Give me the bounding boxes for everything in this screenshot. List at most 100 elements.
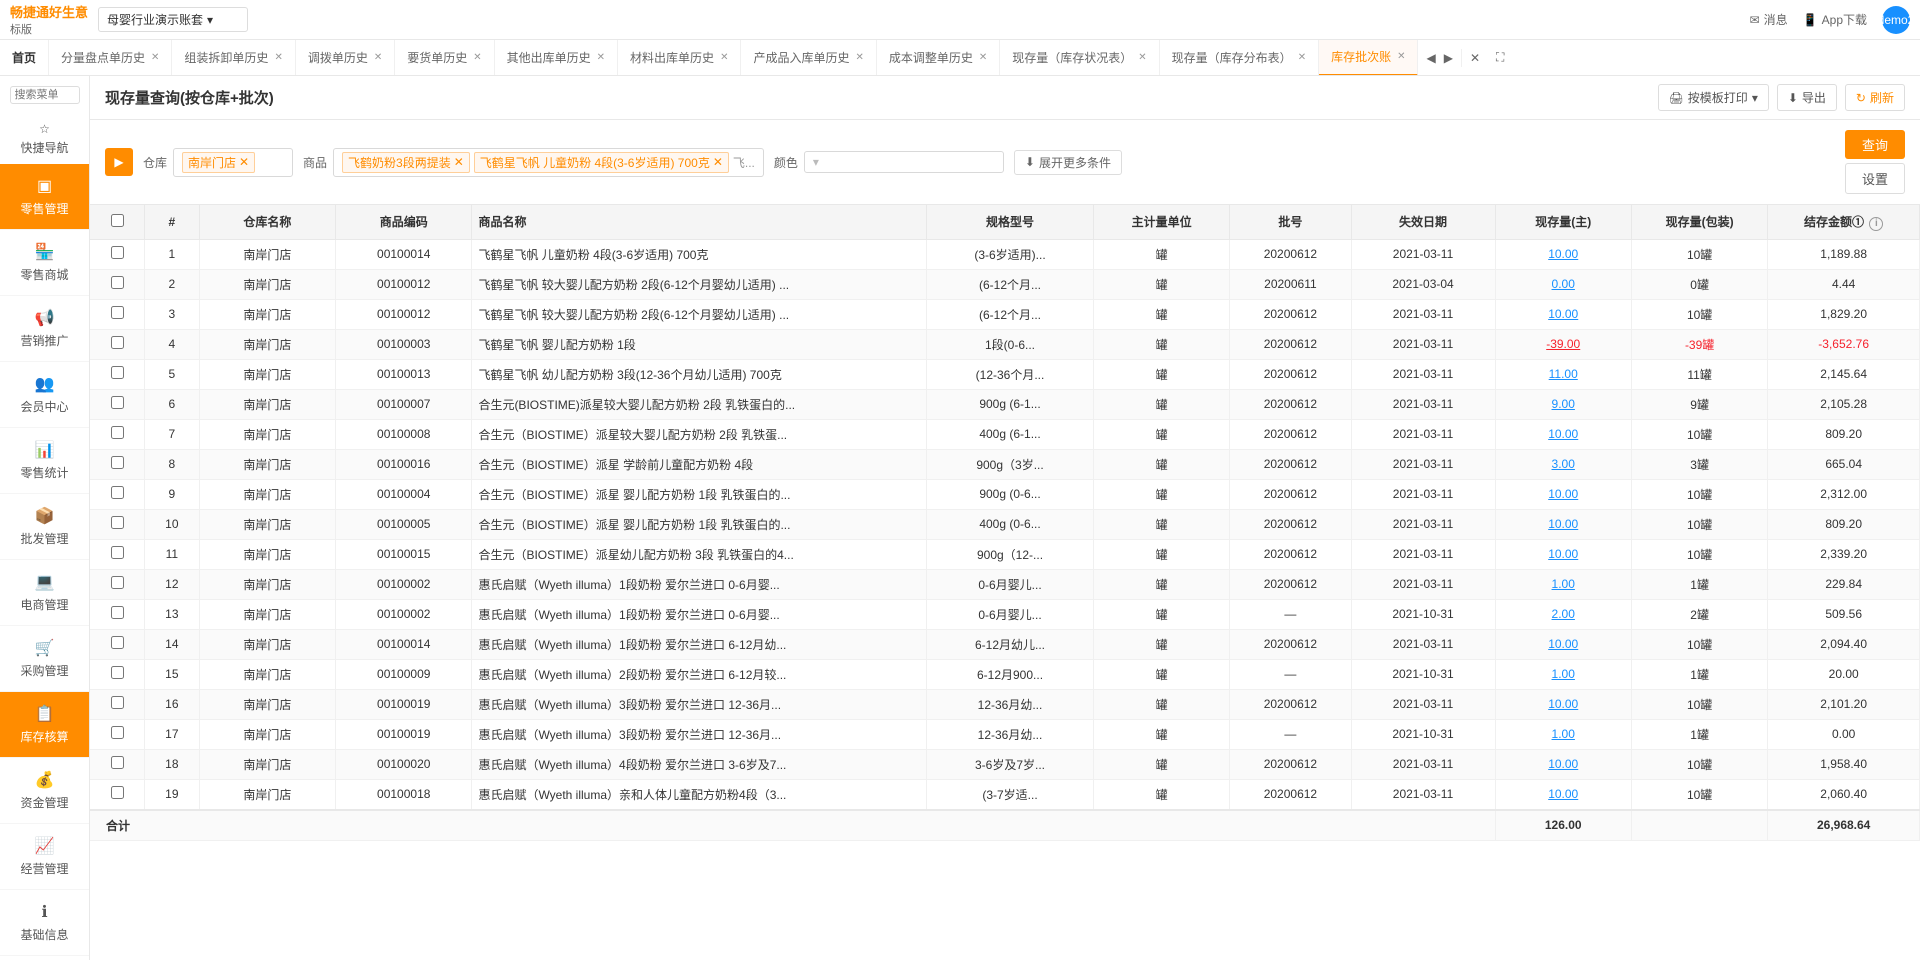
row-checkbox[interactable] (90, 389, 145, 419)
close-tab-6[interactable]: ✕ (855, 52, 863, 63)
row-checkbox[interactable] (90, 239, 145, 269)
close-tab-4[interactable]: ✕ (597, 52, 605, 63)
table-wrapper[interactable]: # 仓库名称 商品编码 商品名称 规格型号 主计量单位 批号 失效日期 现存量(… (90, 205, 1920, 960)
message-btn[interactable]: ✉ 消息 (1750, 11, 1788, 28)
row-stock-main[interactable]: 3.00 (1495, 449, 1631, 479)
sidebar-item-wholesale[interactable]: 📦 批发管理 (0, 494, 89, 560)
sidebar-item-finance[interactable]: 💰 资金管理 (0, 758, 89, 824)
row-checkbox[interactable] (90, 629, 145, 659)
row-checkbox[interactable] (90, 419, 145, 449)
sidebar-nav[interactable]: ☆ 快捷导航 (0, 114, 89, 164)
row-stock-main[interactable]: 1.00 (1495, 659, 1631, 689)
row-stock-main[interactable]: 10.00 (1495, 239, 1631, 269)
row-checkbox[interactable] (90, 359, 145, 389)
close-tab-10[interactable]: ✕ (1397, 51, 1405, 62)
search-input[interactable] (10, 86, 80, 104)
row-stock-main[interactable]: 10.00 (1495, 749, 1631, 779)
nav-next[interactable]: ▶ (1440, 49, 1457, 67)
tab-3[interactable]: 要货单历史 ✕ (395, 40, 494, 76)
sidebar-item-purchase[interactable]: 🛒 采购管理 (0, 626, 89, 692)
tab-9[interactable]: 现存量（库存分布表） ✕ (1160, 40, 1319, 76)
maximize-btn[interactable]: ⛶ (1488, 50, 1512, 65)
sidebar-item-system[interactable]: ⚙ 系统管理 (0, 956, 89, 960)
tab-7[interactable]: 成本调整单历史 ✕ (877, 40, 1000, 76)
filter-expand-btn[interactable]: ▶ (105, 148, 133, 176)
row-checkbox[interactable] (90, 299, 145, 329)
close-tab-3[interactable]: ✕ (473, 52, 481, 63)
close-tab-7[interactable]: ✕ (979, 52, 987, 63)
row-checkbox[interactable] (90, 479, 145, 509)
tab-5[interactable]: 材料出库单历史 ✕ (618, 40, 741, 76)
close-tab-8[interactable]: ✕ (1138, 52, 1146, 63)
row-checkbox[interactable] (90, 449, 145, 479)
store-selector[interactable]: 母婴行业演示账套 ▾ (98, 7, 248, 32)
sidebar-item-member[interactable]: 👥 会员中心 (0, 362, 89, 428)
export-btn[interactable]: ⬇ 导出 (1777, 84, 1837, 111)
row-checkbox[interactable] (90, 269, 145, 299)
row-stock-main[interactable]: 2.00 (1495, 599, 1631, 629)
close-tab-9[interactable]: ✕ (1298, 52, 1306, 63)
sidebar-item-stats[interactable]: 📊 零售统计 (0, 428, 89, 494)
sidebar-item-ecommerce[interactable]: 💻 电商管理 (0, 560, 89, 626)
row-stock-main[interactable]: 0.00 (1495, 269, 1631, 299)
tab-6[interactable]: 产成品入库单历史 ✕ (741, 40, 876, 76)
tab-0[interactable]: 分量盘点单历史 ✕ (49, 40, 172, 76)
sidebar-item-mall[interactable]: 🏪 零售商城 (0, 230, 89, 296)
row-checkbox[interactable] (90, 329, 145, 359)
sidebar-item-basic[interactable]: ℹ 基础信息 (0, 890, 89, 956)
row-stock-main[interactable]: 10.00 (1495, 509, 1631, 539)
query-btn[interactable]: 查询 (1845, 130, 1905, 159)
row-stock-main[interactable]: 1.00 (1495, 569, 1631, 599)
app-download-btn[interactable]: 📱 App下载 (1803, 11, 1867, 28)
tab-home[interactable]: 首页 (0, 40, 49, 76)
row-stock-main[interactable]: 10.00 (1495, 419, 1631, 449)
remove-product-tag-0[interactable]: ✕ (454, 155, 464, 169)
balance-info-icon[interactable]: i (1869, 217, 1883, 231)
row-stock-main[interactable]: 10.00 (1495, 629, 1631, 659)
close-all-tabs[interactable]: ✕ (1462, 51, 1488, 65)
close-tab-0[interactable]: ✕ (151, 52, 159, 63)
row-stock-main[interactable]: 10.00 (1495, 479, 1631, 509)
row-stock-main[interactable]: -39.00 (1495, 329, 1631, 359)
row-stock-main[interactable]: 11.00 (1495, 359, 1631, 389)
row-checkbox[interactable] (90, 569, 145, 599)
row-checkbox[interactable] (90, 539, 145, 569)
tab-10[interactable]: 库存批次账 ✕ (1319, 40, 1418, 76)
row-checkbox[interactable] (90, 599, 145, 629)
remove-product-tag-1[interactable]: ✕ (713, 155, 723, 169)
col-checkbox[interactable] (90, 205, 145, 239)
row-stock-main[interactable]: 10.00 (1495, 689, 1631, 719)
product-tag-group[interactable]: 飞鹤奶粉3段两提装 ✕ 飞鹤星飞帆 儿童奶粉 4段(3-6岁适用) 700克 ✕… (333, 148, 764, 177)
close-tab-2[interactable]: ✕ (374, 52, 382, 63)
row-checkbox[interactable] (90, 749, 145, 779)
sidebar-item-operations[interactable]: 📈 经营管理 (0, 824, 89, 890)
sidebar-item-inventory[interactable]: 📋 库存核算 (0, 692, 89, 758)
row-stock-main[interactable]: 10.00 (1495, 299, 1631, 329)
product-more-dots[interactable]: 飞... (733, 154, 755, 171)
select-all-checkbox[interactable] (111, 214, 124, 227)
remove-warehouse-tag[interactable]: ✕ (239, 155, 249, 169)
expand-more-btn[interactable]: ⬇ 展开更多条件 (1014, 150, 1122, 175)
row-checkbox[interactable] (90, 689, 145, 719)
row-stock-main[interactable]: 9.00 (1495, 389, 1631, 419)
row-checkbox[interactable] (90, 779, 145, 810)
row-checkbox[interactable] (90, 509, 145, 539)
row-stock-main[interactable]: 1.00 (1495, 719, 1631, 749)
settings-btn[interactable]: 设置 (1845, 163, 1905, 194)
sidebar-item-marketing[interactable]: 📢 营销推广 (0, 296, 89, 362)
tab-1[interactable]: 组装拆卸单历史 ✕ (172, 40, 295, 76)
row-checkbox[interactable] (90, 719, 145, 749)
row-stock-main[interactable]: 10.00 (1495, 539, 1631, 569)
warehouse-tag-group[interactable]: 南岸门店 ✕ (173, 148, 293, 177)
tab-2[interactable]: 调拨单历史 ✕ (296, 40, 395, 76)
user-avatar[interactable]: demo2 (1882, 6, 1910, 34)
row-stock-main[interactable]: 10.00 (1495, 779, 1631, 810)
close-tab-5[interactable]: ✕ (720, 52, 728, 63)
nav-prev[interactable]: ◀ (1422, 49, 1439, 67)
color-tag-group[interactable]: ▾ (804, 151, 1004, 173)
template-print-btn[interactable]: 🖨 按模板打印 ▾ (1658, 84, 1769, 111)
sidebar-item-retail[interactable]: ▣ 零售管理 (0, 164, 89, 230)
tab-4[interactable]: 其他出库单历史 ✕ (495, 40, 618, 76)
tab-8[interactable]: 现存量（库存状况表） ✕ (1000, 40, 1159, 76)
refresh-btn[interactable]: ↻ 刷新 (1845, 84, 1905, 111)
